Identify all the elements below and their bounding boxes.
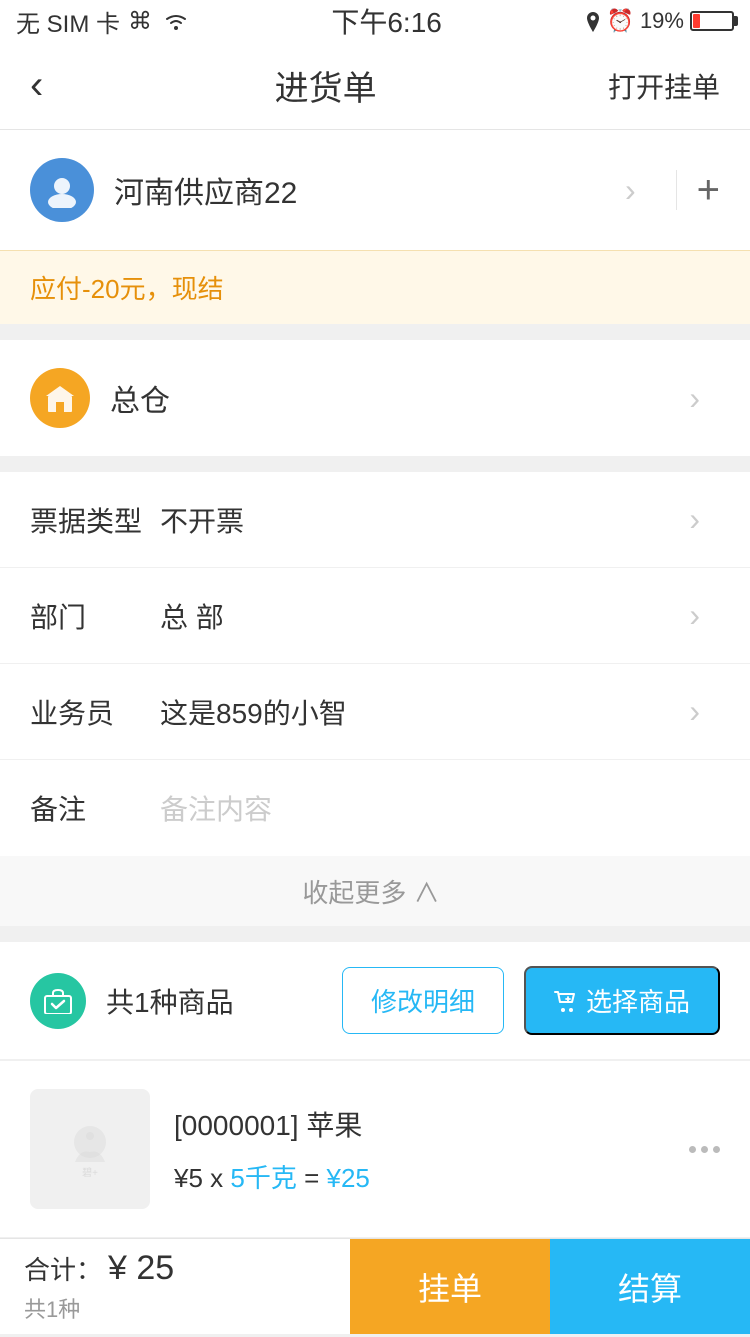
page-title: 进货单	[275, 61, 377, 110]
salesperson-value: 这是859的小智	[160, 692, 689, 732]
supplier-row[interactable]: 河南供应商22 › +	[0, 130, 750, 250]
ticket-type-label: 票据类型	[30, 500, 160, 540]
payment-notice: 应付-20元，现结	[0, 250, 750, 324]
collapse-row[interactable]: 收起更多 ∧	[0, 856, 750, 926]
total-amount: ¥ 25	[108, 1249, 174, 1288]
product-info: [0000001] 苹果 ¥5 x 5千克 = ¥25	[174, 1104, 665, 1195]
product-thumbnail: 碧+	[30, 1089, 150, 1209]
product-name: [0000001] 苹果	[174, 1104, 665, 1144]
alarm-icon: ⏰	[607, 8, 634, 34]
equals-sign: =	[304, 1163, 326, 1193]
supplier-right: › +	[625, 168, 720, 213]
open-hang-button[interactable]: 打开挂单	[608, 66, 720, 106]
status-time: 下午6:16	[331, 1, 442, 41]
product-item: 碧+ [0000001] 苹果 ¥5 x 5千克 = ¥25	[0, 1061, 750, 1237]
remark-row[interactable]: 备注 备注内容	[0, 760, 750, 856]
product-count-icon	[30, 973, 86, 1029]
supplier-avatar	[30, 158, 94, 222]
main-content: 河南供应商22 › + 应付-20元，现结 总仓 › 票据类型 不开票 ›	[0, 130, 750, 1337]
edit-detail-button[interactable]: 修改明细	[342, 967, 504, 1034]
checkout-button[interactable]: 结算	[550, 1239, 750, 1334]
total-label: 合计：	[24, 1250, 102, 1287]
status-left: 无 SIM 卡 ⌘	[16, 4, 189, 39]
remark-label: 备注	[30, 788, 160, 828]
total-count: 共1种	[24, 1292, 326, 1324]
nav-bar: ‹ 进货单 打开挂单	[0, 42, 750, 130]
status-right: ⏰ 19%	[585, 8, 734, 34]
remark-placeholder: 备注内容	[160, 788, 720, 828]
bottom-bar: 合计： ¥ 25 共1种 挂单 结算	[0, 1238, 750, 1334]
select-product-button[interactable]: 选择商品	[524, 966, 720, 1035]
products-header: 共1种商品 修改明细 选择商品	[0, 942, 750, 1059]
ticket-type-row[interactable]: 票据类型 不开票 ›	[0, 472, 750, 568]
chevron-right-icon: ›	[625, 172, 636, 209]
warehouse-chevron-icon: ›	[689, 380, 700, 417]
salesperson-row[interactable]: 业务员 这是859的小智 ›	[0, 664, 750, 760]
ticket-type-chevron-icon: ›	[689, 501, 700, 538]
department-row[interactable]: 部门 总 部 ›	[0, 568, 750, 664]
supplier-name: 河南供应商22	[114, 168, 625, 212]
svg-text:碧+: 碧+	[82, 1167, 98, 1179]
department-label: 部门	[30, 596, 160, 636]
department-chevron-icon: ›	[689, 597, 700, 634]
product-code: [0000001]	[174, 1110, 299, 1141]
divider	[676, 170, 677, 210]
total-section: 合计： ¥ 25 共1种	[0, 1239, 350, 1334]
add-supplier-button[interactable]: +	[697, 168, 720, 213]
price-separator: x	[210, 1163, 230, 1193]
total-value: ¥25	[327, 1163, 370, 1193]
department-value: 总 部	[160, 596, 689, 636]
cart-icon	[554, 985, 578, 1016]
product-count-text: 共1种商品	[106, 981, 322, 1021]
product-price: ¥5 x 5千克 = ¥25	[174, 1158, 665, 1195]
carrier-text: 无 SIM 卡	[16, 4, 120, 39]
back-button[interactable]: ‹	[30, 63, 43, 108]
status-bar: 无 SIM 卡 ⌘ 下午6:16 ⏰ 19%	[0, 0, 750, 42]
supplier-section: 河南供应商22 › + 应付-20元，现结	[0, 130, 750, 324]
more-button[interactable]	[689, 1146, 720, 1153]
wifi-icon: ⌘	[128, 7, 189, 36]
warehouse-name: 总仓	[110, 376, 689, 420]
salesperson-chevron-icon: ›	[689, 693, 700, 730]
hang-button[interactable]: 挂单	[350, 1239, 550, 1334]
select-product-label: 选择商品	[586, 982, 690, 1019]
form-section: 票据类型 不开票 › 部门 总 部 › 业务员 这是859的小智 › 备注 备注…	[0, 472, 750, 856]
location-icon	[585, 8, 601, 34]
battery-icon	[690, 11, 734, 31]
battery-text: 19%	[640, 8, 684, 34]
warehouse-row[interactable]: 总仓 ›	[0, 340, 750, 456]
salesperson-label: 业务员	[30, 692, 160, 732]
total-label-row: 合计： ¥ 25	[24, 1249, 326, 1288]
warehouse-icon-wrap	[30, 368, 90, 428]
product-title: 苹果	[306, 1110, 362, 1141]
collapse-label: 收起更多 ∧	[302, 873, 439, 910]
price-value: ¥5	[174, 1163, 203, 1193]
ticket-type-value: 不开票	[160, 500, 689, 540]
quantity-value: 5千克	[230, 1163, 296, 1193]
